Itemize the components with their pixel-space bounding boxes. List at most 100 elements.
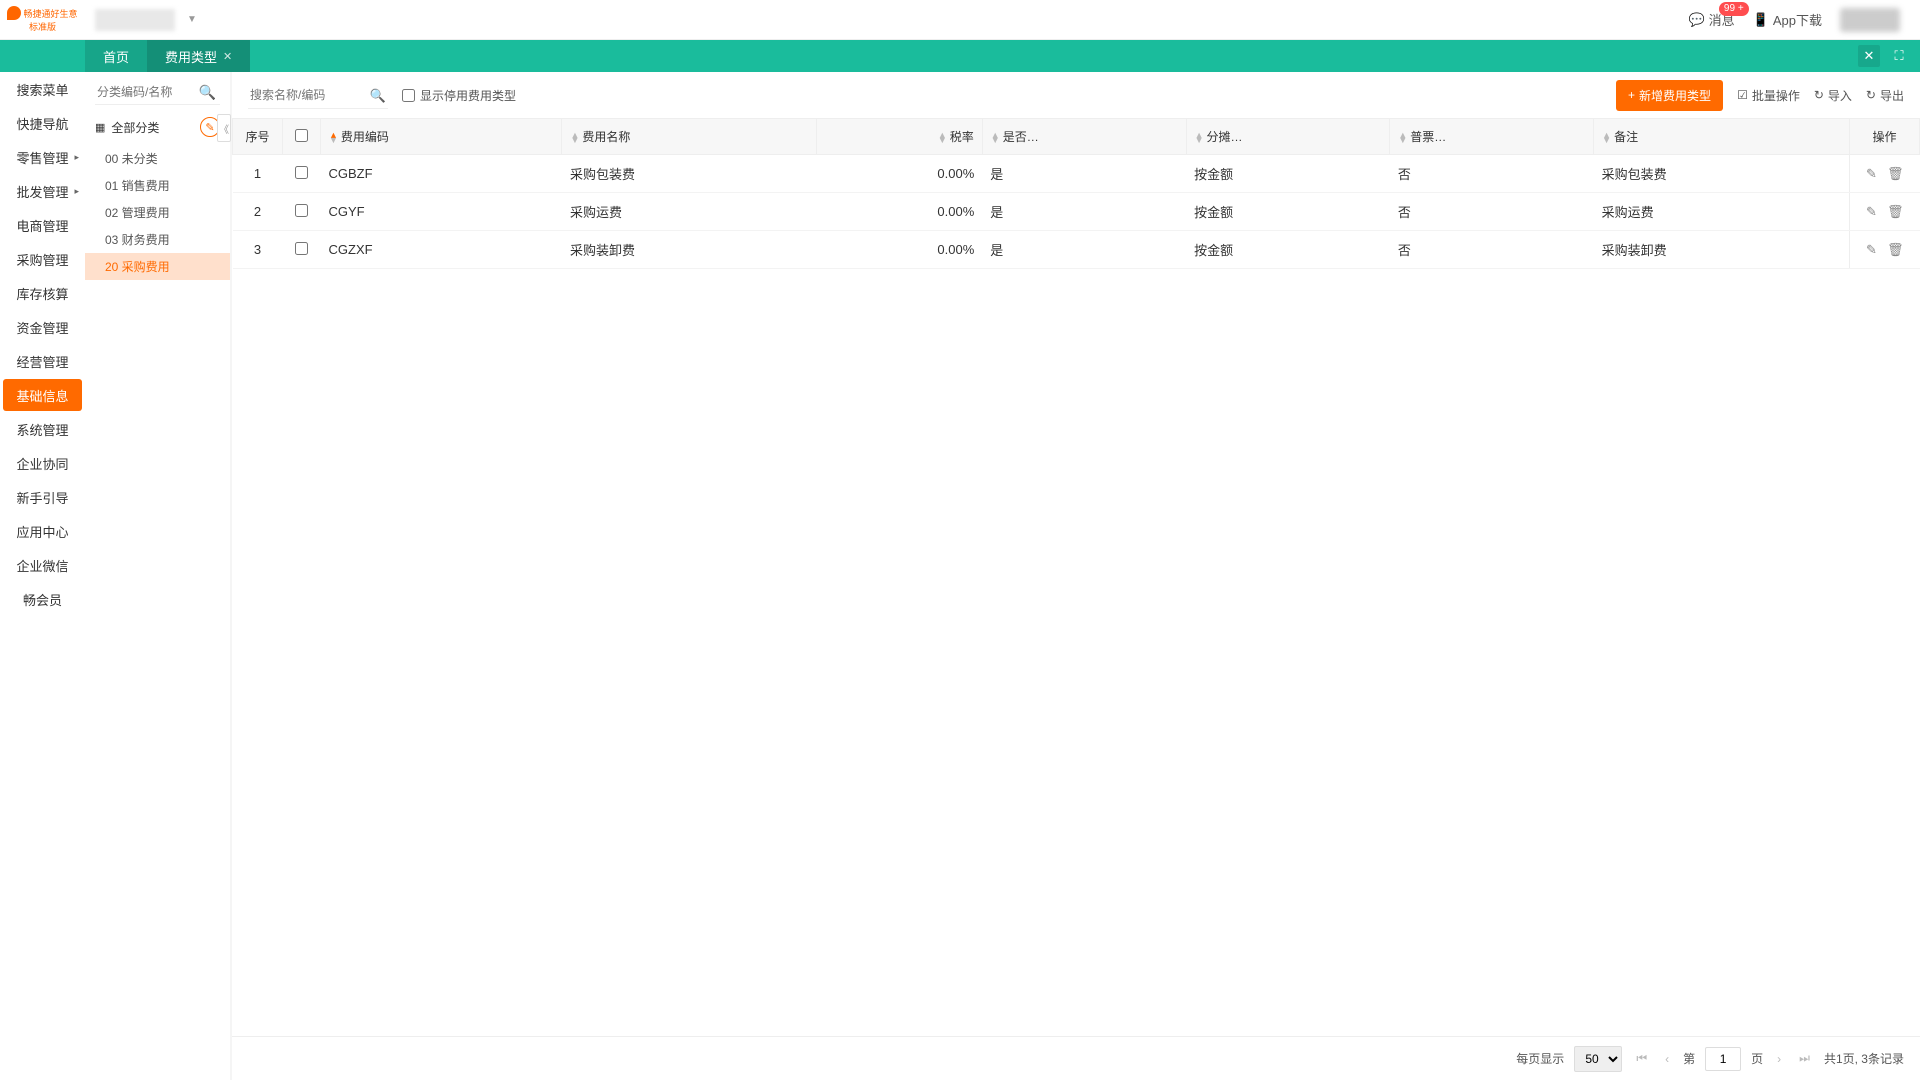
show-disabled-checkbox[interactable]: 显示停用费用类型 — [402, 87, 516, 104]
pencil-icon: ✎ — [205, 121, 214, 134]
collapse-tree-button[interactable]: 《 — [217, 114, 231, 142]
message-icon: 💬 — [1688, 12, 1704, 28]
logo-mark-icon — [7, 6, 21, 20]
tab-home[interactable]: 首页 — [85, 40, 147, 72]
org-switcher[interactable]: ▼ — [85, 9, 1688, 31]
cell-rate: 0.00% — [816, 193, 982, 231]
col-code[interactable]: ▲▼费用编码 — [321, 119, 562, 155]
show-disabled-label: 显示停用费用类型 — [420, 87, 516, 104]
cell-code: CGZXF — [321, 231, 562, 269]
export-label: 导出 — [1880, 87, 1904, 104]
first-page-button[interactable]: ⏮ — [1632, 1049, 1651, 1068]
search-icon[interactable]: 🔍 — [199, 84, 216, 101]
cell-name: 采购装卸费 — [562, 231, 816, 269]
tree-header[interactable]: ▦ 全部分类 ✎ — [85, 113, 230, 141]
prev-page-button[interactable]: ‹ — [1661, 1050, 1673, 1068]
trash-icon: 🗑 — [1887, 204, 1904, 219]
table-body: 1CGBZF采购包装费0.00%是按金额否采购包装费✎🗑2CGYF采购运费0.0… — [233, 155, 1920, 269]
cell-checkbox[interactable] — [283, 193, 321, 231]
nav-item-9[interactable]: 基础信息 — [3, 379, 82, 411]
page-input[interactable] — [1705, 1047, 1741, 1071]
nav-item-11[interactable]: 企业协同 — [0, 446, 85, 480]
row-checkbox[interactable] — [295, 166, 308, 179]
col-is[interactable]: ▲▼是否… — [982, 119, 1186, 155]
nav-item-1[interactable]: 快捷导航 — [0, 106, 85, 140]
tree-item-1[interactable]: 01 销售费用 — [85, 172, 230, 199]
nav-item-7[interactable]: 资金管理 — [0, 310, 85, 344]
tree-item-0[interactable]: 00 未分类 — [85, 145, 230, 172]
nav-item-4[interactable]: 电商管理 — [0, 208, 85, 242]
toolbar: 🔍 显示停用费用类型 + 新增费用类型 ☑ 批量操作 ↻ 导入 ↻ 导出 — [232, 72, 1920, 118]
table-row[interactable]: 3CGZXF采购装卸费0.00%是按金额否采购装卸费✎🗑 — [233, 231, 1920, 269]
delete-row-button[interactable]: 🗑 — [1887, 242, 1904, 258]
chevron-left-icon: 《 — [219, 121, 229, 136]
logo[interactable]: 畅捷通好生意 标准版 — [0, 0, 85, 40]
new-expense-type-button[interactable]: + 新增费用类型 — [1616, 80, 1723, 111]
tree-list: 00 未分类01 销售费用02 管理费用03 财务费用20 采购费用 — [85, 141, 230, 284]
export-button[interactable]: ↻ 导出 — [1866, 87, 1904, 104]
cell-remark: 采购装卸费 — [1594, 231, 1850, 269]
batch-label: 批量操作 — [1752, 87, 1800, 104]
nav-item-13[interactable]: 应用中心 — [0, 514, 85, 548]
col-index[interactable]: 序号 — [233, 119, 283, 155]
nav-item-2[interactable]: 零售管理▸ — [0, 140, 85, 174]
nav-item-15[interactable]: 畅会员 — [0, 582, 85, 616]
delete-row-button[interactable]: 🗑 — [1887, 204, 1904, 220]
last-page-button[interactable]: ⏭ — [1795, 1049, 1814, 1068]
col-ticket[interactable]: ▲▼普票… — [1390, 119, 1594, 155]
cell-ticket: 否 — [1390, 231, 1594, 269]
close-all-tabs-button[interactable]: ✕ — [1858, 45, 1880, 67]
col-checkbox[interactable] — [283, 119, 321, 155]
app-download-button[interactable]: 📱 App下载 — [1753, 10, 1822, 29]
left-nav: 搜索菜单快捷导航零售管理▸批发管理▸电商管理采购管理库存核算资金管理经营管理基础… — [0, 72, 85, 1080]
close-icon[interactable]: ✕ — [223, 50, 232, 63]
nav-item-6[interactable]: 库存核算 — [0, 276, 85, 310]
nav-item-3[interactable]: 批发管理▸ — [0, 174, 85, 208]
tree-item-3[interactable]: 03 财务费用 — [85, 226, 230, 253]
cell-is: 是 — [982, 155, 1186, 193]
nav-item-8[interactable]: 经营管理 — [0, 344, 85, 378]
nav-item-12[interactable]: 新手引导 — [0, 480, 85, 514]
nav-item-10[interactable]: 系统管理 — [0, 412, 85, 446]
import-button[interactable]: ↻ 导入 — [1814, 87, 1852, 104]
cell-checkbox[interactable] — [283, 155, 321, 193]
user-avatar[interactable] — [1840, 8, 1900, 32]
col-remark[interactable]: ▲▼备注 — [1594, 119, 1850, 155]
tree-item-2[interactable]: 02 管理费用 — [85, 199, 230, 226]
edit-row-button[interactable]: ✎ — [1866, 166, 1877, 182]
edit-icon: ☑ — [1737, 88, 1748, 102]
table-row[interactable]: 1CGBZF采购包装费0.00%是按金额否采购包装费✎🗑 — [233, 155, 1920, 193]
cell-ticket: 否 — [1390, 193, 1594, 231]
messages-button[interactable]: 💬 消息 99 + — [1688, 10, 1734, 29]
show-disabled-input[interactable] — [402, 89, 415, 102]
mobile-icon: 📱 — [1753, 12, 1769, 28]
col-name[interactable]: ▲▼费用名称 — [562, 119, 816, 155]
search-icon[interactable]: 🔍 — [370, 88, 386, 104]
nav-item-14[interactable]: 企业微信 — [0, 548, 85, 582]
cell-operations: ✎🗑 — [1850, 155, 1920, 193]
delete-row-button[interactable]: 🗑 — [1887, 166, 1904, 182]
next-page-button[interactable]: › — [1773, 1050, 1785, 1068]
row-checkbox[interactable] — [295, 242, 308, 255]
col-rate[interactable]: ▲▼税率 — [816, 119, 982, 155]
caret-icon: ▸ — [74, 186, 79, 197]
tab-expense-type[interactable]: 费用类型 ✕ — [147, 40, 250, 72]
nav-item-0[interactable]: 搜索菜单 — [0, 72, 85, 106]
fullscreen-button[interactable]: ⛶ — [1888, 45, 1910, 67]
table-search-input[interactable] — [248, 82, 388, 109]
cell-code: CGBZF — [321, 155, 562, 193]
pagination: 每页显示 50 ⏮ ‹ 第 页 › ⏭ 共1页, 3条记录 — [232, 1036, 1920, 1080]
per-page-select[interactable]: 50 — [1574, 1046, 1622, 1072]
edit-row-button[interactable]: ✎ — [1866, 204, 1877, 220]
nav-item-5[interactable]: 采购管理 — [0, 242, 85, 276]
table-row[interactable]: 2CGYF采购运费0.00%是按金额否采购运费✎🗑 — [233, 193, 1920, 231]
tree-item-4[interactable]: 20 采购费用 — [85, 253, 230, 280]
select-all-checkbox[interactable] — [295, 129, 308, 142]
cell-checkbox[interactable] — [283, 231, 321, 269]
row-checkbox[interactable] — [295, 204, 308, 217]
edit-row-button[interactable]: ✎ — [1866, 242, 1877, 258]
org-name-blurred — [95, 9, 175, 31]
tree-search: 🔍 — [85, 72, 230, 113]
batch-operations-button[interactable]: ☑ 批量操作 — [1737, 87, 1800, 104]
col-alloc[interactable]: ▲▼分摊… — [1186, 119, 1390, 155]
